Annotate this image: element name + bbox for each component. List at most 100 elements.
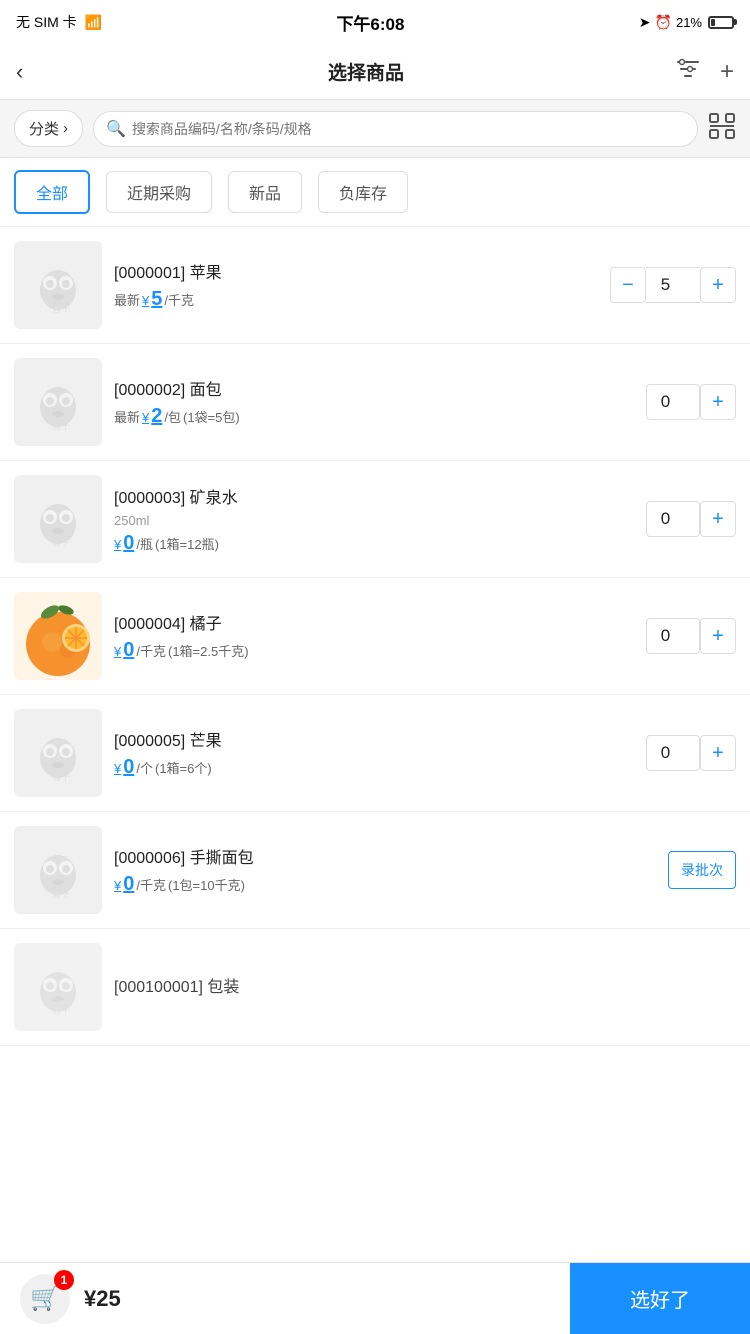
battery-text: 21% xyxy=(676,15,702,30)
cart-icon-wrap[interactable]: 🛒 1 xyxy=(20,1274,70,1324)
product-price-0000002: 最新 ¥ 2 /包 (1袋=5包) xyxy=(114,405,634,428)
quantity-control-0000002: + xyxy=(646,384,736,420)
owl-logo: 智十 xyxy=(23,250,93,320)
search-input[interactable] xyxy=(132,121,685,137)
product-price-0000003: ¥ 0 /瓶 (1箱=12瓶) xyxy=(114,532,634,555)
price-amount-4: 0 xyxy=(123,639,134,662)
status-time: 下午6:08 xyxy=(336,10,404,35)
nav-right-actions: + xyxy=(676,58,734,86)
quantity-control-0000001: − + xyxy=(610,267,736,303)
category-chevron: › xyxy=(63,120,68,137)
tab-new[interactable]: 新品 xyxy=(228,171,302,213)
product-price-0000001: 最新 ¥ 5 /千克 xyxy=(114,288,598,311)
svg-text:智十: 智十 xyxy=(52,771,70,782)
price-currency-2: ¥ xyxy=(142,410,149,425)
product-item-0000005: 智十 [0000005] 芒果 ¥ 0 /个 (1箱=6个) + xyxy=(0,695,750,812)
search-icon: 🔍 xyxy=(106,119,126,139)
filter-icon[interactable] xyxy=(676,58,700,86)
price-amount-2: 2 xyxy=(151,405,162,428)
product-item-0000006: 智十 [0000006] 手撕面包 ¥ 0 /千克 (1包=10千克) 录批次 xyxy=(0,812,750,929)
product-price-0000005: ¥ 0 /个 (1箱=6个) xyxy=(114,756,634,779)
status-carrier: 无 SIM 卡 📶 xyxy=(16,12,102,32)
quantity-control-0000005: + xyxy=(646,735,736,771)
product-spec-0000003: 250ml xyxy=(114,513,634,528)
quantity-input-0000005[interactable] xyxy=(646,735,700,771)
product-info-0000001: [0000001] 苹果 最新 ¥ 5 /千克 xyxy=(114,259,598,311)
wifi-icon: 📶 xyxy=(85,14,102,31)
location-icon: ➤ xyxy=(639,14,651,31)
search-box: 🔍 xyxy=(93,111,698,147)
quantity-input-0000004[interactable] xyxy=(646,618,700,654)
product-price-0000004: ¥ 0 /千克 (1箱=2.5千克) xyxy=(114,639,634,662)
quantity-plus-0000002[interactable]: + xyxy=(700,384,736,420)
quantity-input-0000002[interactable] xyxy=(646,384,700,420)
box-info-6: (1包=10千克) xyxy=(168,875,245,894)
cart-area: 🛒 1 ¥25 xyxy=(0,1274,570,1324)
product-item-0000001: 智十 [0000001] 苹果 最新 ¥ 5 /千克 − + xyxy=(0,227,750,344)
box-info-4: (1箱=2.5千克) xyxy=(168,641,249,660)
tab-negative[interactable]: 负库存 xyxy=(318,171,408,213)
product-image-0000005: 智十 xyxy=(14,709,102,797)
navigation-bar: ‹ 选择商品 + xyxy=(0,44,750,100)
quantity-minus-0000001[interactable]: − xyxy=(610,267,646,303)
latest-label-2: 最新 xyxy=(114,407,140,426)
quantity-plus-0000001[interactable]: + xyxy=(700,267,736,303)
carrier-text: 无 SIM 卡 xyxy=(16,12,77,32)
quantity-plus-0000005[interactable]: + xyxy=(700,735,736,771)
svg-text:智十: 智十 xyxy=(52,1005,70,1016)
price-currency: ¥ xyxy=(142,293,149,308)
cart-badge: 1 xyxy=(54,1270,74,1290)
price-unit-6: /千克 xyxy=(136,875,166,894)
product-image-000100001: 智十 xyxy=(14,943,102,1031)
add-icon[interactable]: + xyxy=(720,58,734,86)
price-unit-2: /包 xyxy=(164,407,181,426)
product-image-0000002: 智十 xyxy=(14,358,102,446)
tab-all-label: 全部 xyxy=(36,186,68,203)
battery-icon xyxy=(708,16,734,29)
scan-button[interactable] xyxy=(708,112,736,146)
owl-logo-6: 智十 xyxy=(23,835,93,905)
confirm-button[interactable]: 选好了 xyxy=(570,1263,750,1334)
product-name-0000002: [0000002] 面包 xyxy=(114,376,634,400)
tab-row: 全部 近期采购 新品 负库存 xyxy=(0,158,750,227)
price-currency-4: ¥ xyxy=(114,644,121,659)
record-batch-button-0000006[interactable]: 录批次 xyxy=(668,851,736,889)
back-button[interactable]: ‹ xyxy=(16,59,56,85)
price-amount-6: 0 xyxy=(123,873,134,896)
status-right: ➤ ⏰ 21% xyxy=(639,14,734,31)
price-amount-5: 0 xyxy=(123,756,134,779)
cart-icon: 🛒 xyxy=(30,1284,60,1313)
owl-logo-7: 智十 xyxy=(23,952,93,1022)
quantity-input-0000001[interactable] xyxy=(646,267,700,303)
box-info-2: (1袋=5包) xyxy=(183,407,240,426)
product-info-0000004: [0000004] 橘子 ¥ 0 /千克 (1箱=2.5千克) xyxy=(114,610,634,662)
category-button[interactable]: 分类 › xyxy=(14,110,83,147)
price-unit-4: /千克 xyxy=(136,641,166,660)
product-name-0000005: [0000005] 芒果 xyxy=(114,727,634,751)
tab-negative-label: 负库存 xyxy=(339,186,387,203)
status-bar: 无 SIM 卡 📶 下午6:08 ➤ ⏰ 21% xyxy=(0,0,750,44)
product-name-0000004: [0000004] 橘子 xyxy=(114,610,634,634)
product-image-0000004 xyxy=(14,592,102,680)
quantity-input-0000003[interactable] xyxy=(646,501,700,537)
product-price-0000006: ¥ 0 /千克 (1包=10千克) xyxy=(114,873,656,896)
product-list: 智十 [0000001] 苹果 最新 ¥ 5 /千克 − + xyxy=(0,227,750,1046)
product-name-0000001: [0000001] 苹果 xyxy=(114,259,598,283)
quantity-control-0000004: + xyxy=(646,618,736,654)
page-title: 选择商品 xyxy=(328,58,404,85)
price-amount: 5 xyxy=(151,288,162,311)
quantity-plus-0000003[interactable]: + xyxy=(700,501,736,537)
product-image-0000006: 智十 xyxy=(14,826,102,914)
owl-logo-5: 智十 xyxy=(23,718,93,788)
tab-new-label: 新品 xyxy=(249,186,281,203)
product-item-0000003: 智十 [0000003] 矿泉水 250ml ¥ 0 /瓶 (1箱=12瓶) + xyxy=(0,461,750,578)
category-label: 分类 xyxy=(29,118,59,139)
product-name-0000006: [0000006] 手撕面包 xyxy=(114,844,656,868)
tab-recent[interactable]: 近期采购 xyxy=(106,171,212,213)
quantity-plus-0000004[interactable]: + xyxy=(700,618,736,654)
tab-recent-label: 近期采购 xyxy=(127,186,191,203)
product-image-0000001: 智十 xyxy=(14,241,102,329)
tab-all[interactable]: 全部 xyxy=(14,170,90,214)
quantity-control-0000003: + xyxy=(646,501,736,537)
box-info-3: (1箱=12瓶) xyxy=(155,534,219,553)
